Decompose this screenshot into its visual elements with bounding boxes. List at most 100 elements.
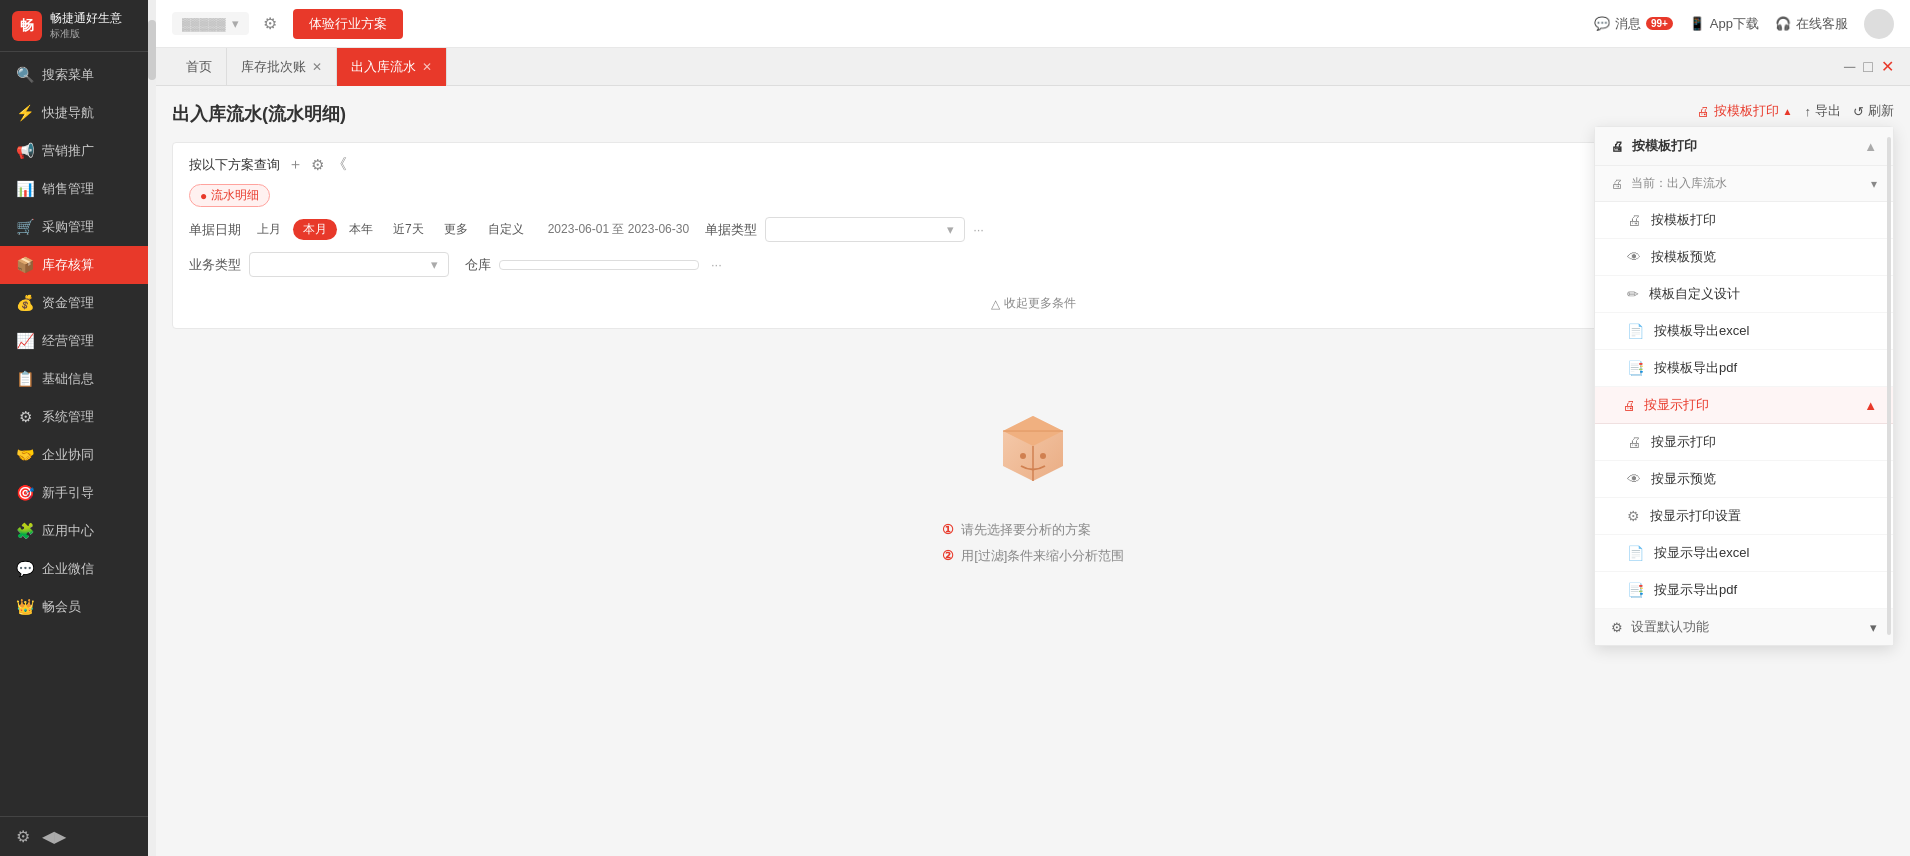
- display-print-item-label: 按显示打印: [1651, 433, 1716, 451]
- settings-filter-icon[interactable]: ⚙: [311, 156, 324, 174]
- template-preview-item-icon: 👁: [1627, 249, 1641, 265]
- template-pdf-item-label: 按模板导出pdf: [1654, 359, 1737, 377]
- dropdown-display-preview[interactable]: 👁 按显示预览: [1595, 461, 1893, 498]
- template-excel-item-label: 按模板导出excel: [1654, 322, 1749, 340]
- sidebar-item-vip[interactable]: 👑 畅会员: [0, 588, 148, 626]
- dropdown-display-pdf[interactable]: 📑 按显示导出pdf: [1595, 572, 1893, 609]
- dropdown-template-preview[interactable]: 👁 按模板预览: [1595, 239, 1893, 276]
- bill-type-more-icon[interactable]: ···: [973, 222, 984, 237]
- service-icon: 🎧: [1775, 16, 1791, 31]
- dropdown-footer[interactable]: ⚙ 设置默认功能 ▾: [1595, 609, 1893, 645]
- refresh-icon: ↺: [1853, 104, 1864, 119]
- dropdown-template-print[interactable]: 🖨 按模板打印: [1595, 202, 1893, 239]
- sidebar-item-finance[interactable]: 💰 资金管理: [0, 284, 148, 322]
- window-buttons: ─ □ ✕: [1844, 57, 1894, 76]
- app-download-action[interactable]: 📱 App下载: [1689, 15, 1759, 33]
- sidebar-item-operation[interactable]: 📈 经营管理: [0, 322, 148, 360]
- dropdown-display-settings[interactable]: ⚙ 按显示打印设置: [1595, 498, 1893, 535]
- business-type-field: 业务类型 ▾: [189, 252, 449, 277]
- dropdown-display-print[interactable]: 🖨 按显示打印: [1595, 424, 1893, 461]
- sidebar-nav: 🔍 搜索菜单 ⚡ 快捷导航 📢 营销推广 📊 销售管理 🛒 采购管理 📦 库存核…: [0, 52, 148, 816]
- display-excel-item-icon: 📄: [1627, 545, 1644, 561]
- sidebar-scrollbar[interactable]: [148, 0, 156, 856]
- close-window-icon[interactable]: ✕: [1881, 57, 1894, 76]
- maximize-window-icon[interactable]: □: [1863, 58, 1873, 76]
- refresh-button[interactable]: ↺ 刷新: [1853, 102, 1894, 120]
- sidebar-item-marketing[interactable]: 📢 营销推广: [0, 132, 148, 170]
- display-print-expand-icon: ▲: [1864, 398, 1877, 413]
- sidebar-item-inventory[interactable]: 📦 库存核算: [0, 246, 148, 284]
- tab-flow[interactable]: 出入库流水 ✕: [337, 48, 447, 86]
- more-date-btn[interactable]: 更多: [436, 219, 476, 240]
- bill-type-select[interactable]: ▾: [765, 217, 965, 242]
- newbie-icon: 🎯: [16, 484, 34, 502]
- dropdown-current: 🖨 当前：出入库流水 ▾: [1595, 166, 1893, 202]
- collapse-filter-icon[interactable]: 《: [332, 155, 347, 174]
- corp-icon: 🤝: [16, 446, 34, 464]
- header-left: ▓▓▓▓▓ ▾ ⚙ 体验行业方案: [172, 9, 1594, 39]
- display-settings-item-icon: ⚙: [1627, 508, 1640, 524]
- dropdown-print-icon: 🖨: [1611, 139, 1624, 154]
- warehouse-more-icon[interactable]: ···: [711, 257, 722, 272]
- settings-footer-icon[interactable]: ⚙: [16, 827, 30, 846]
- bill-type-field: 单据类型 ▾ ···: [705, 217, 984, 242]
- search-nav-icon: 🔍: [16, 66, 34, 84]
- date-shortcuts: 上月 本月 本年 近7天 更多 自定义: [249, 219, 532, 240]
- industry-solution-button[interactable]: 体验行业方案: [293, 9, 403, 39]
- template-design-item-label: 模板自定义设计: [1649, 285, 1740, 303]
- dropdown-header[interactable]: 🖨 按模板打印 ▲: [1595, 127, 1893, 166]
- tab-home[interactable]: 首页: [172, 48, 227, 86]
- this-month-btn[interactable]: 本月: [293, 219, 337, 240]
- sidebar-item-corp[interactable]: 🤝 企业协同: [0, 436, 148, 474]
- last-7days-btn[interactable]: 近7天: [385, 219, 432, 240]
- app-download-label: App下载: [1710, 15, 1759, 33]
- marketing-icon: 📢: [16, 142, 34, 160]
- minimize-window-icon[interactable]: ─: [1844, 58, 1855, 76]
- empty-hints: ① 请先选择要分析的方案 ② 用[过滤]条件来缩小分析范围: [942, 517, 1125, 569]
- last-month-btn[interactable]: 上月: [249, 219, 289, 240]
- dropdown-display-excel[interactable]: 📄 按显示导出excel: [1595, 535, 1893, 572]
- apps-icon: 🧩: [16, 522, 34, 540]
- collapse-more-btn[interactable]: △ 收起更多条件: [979, 291, 1088, 316]
- add-filter-icon[interactable]: ＋: [288, 155, 303, 174]
- empty-state-image: [983, 401, 1083, 501]
- app-name: 畅捷通好生意 标准版: [50, 10, 122, 41]
- business-type-select[interactable]: ▾: [249, 252, 449, 277]
- sidebar-item-wechat[interactable]: 💬 企业微信: [0, 550, 148, 588]
- page-title: 出入库流水(流水明细): [172, 102, 1894, 126]
- sidebar-item-purchase[interactable]: 🛒 采购管理: [0, 208, 148, 246]
- template-print-button[interactable]: 🖨 按模板打印 ▲: [1697, 102, 1793, 120]
- dropdown-template-pdf[interactable]: 📑 按模板导出pdf: [1595, 350, 1893, 387]
- mobile-icon: 📱: [1689, 16, 1705, 31]
- sidebar-item-apps[interactable]: 🧩 应用中心: [0, 512, 148, 550]
- tab-batch-close[interactable]: ✕: [312, 60, 322, 74]
- sidebar-item-system[interactable]: ⚙ 系统管理: [0, 398, 148, 436]
- dropdown-scrollbar[interactable]: [1887, 137, 1891, 635]
- header-settings-icon[interactable]: ⚙: [259, 10, 281, 37]
- custom-date-btn[interactable]: 自定义: [480, 219, 532, 240]
- display-print-header-label: 按显示打印: [1644, 396, 1709, 414]
- sidebar-item-newbie[interactable]: 🎯 新手引导: [0, 474, 148, 512]
- tab-flow-close[interactable]: ✕: [422, 60, 432, 74]
- sidebar-item-quicknav[interactable]: ⚡ 快捷导航: [0, 94, 148, 132]
- sidebar-footer: ⚙ ◀▶: [0, 816, 148, 856]
- user-select[interactable]: ▓▓▓▓▓ ▾: [172, 12, 249, 35]
- tab-batch[interactable]: 库存批次账 ✕: [227, 48, 337, 86]
- sidebar-item-search[interactable]: 🔍 搜索菜单: [0, 56, 148, 94]
- sidebar-item-basic[interactable]: 📋 基础信息: [0, 360, 148, 398]
- dropdown-display-print-header[interactable]: 🖨 按显示打印 ▲: [1595, 387, 1893, 424]
- export-icon: ↑: [1805, 104, 1812, 119]
- online-service-action[interactable]: 🎧 在线客服: [1775, 15, 1848, 33]
- dropdown-template-design[interactable]: ✏ 模板自定义设计: [1595, 276, 1893, 313]
- export-button[interactable]: ↑ 导出: [1805, 102, 1842, 120]
- this-year-btn[interactable]: 本年: [341, 219, 381, 240]
- sidebar-item-sales[interactable]: 📊 销售管理: [0, 170, 148, 208]
- warehouse-select[interactable]: [499, 260, 699, 270]
- avatar[interactable]: [1864, 9, 1894, 39]
- active-filter-tag[interactable]: ● 流水明细: [189, 184, 270, 207]
- message-action[interactable]: 💬 消息 99+: [1594, 15, 1673, 33]
- business-type-label: 业务类型: [189, 256, 241, 274]
- username-display: ▓▓▓▓▓: [182, 17, 226, 31]
- collapse-sidebar-icon[interactable]: ◀▶: [42, 827, 66, 846]
- dropdown-template-excel[interactable]: 📄 按模板导出excel: [1595, 313, 1893, 350]
